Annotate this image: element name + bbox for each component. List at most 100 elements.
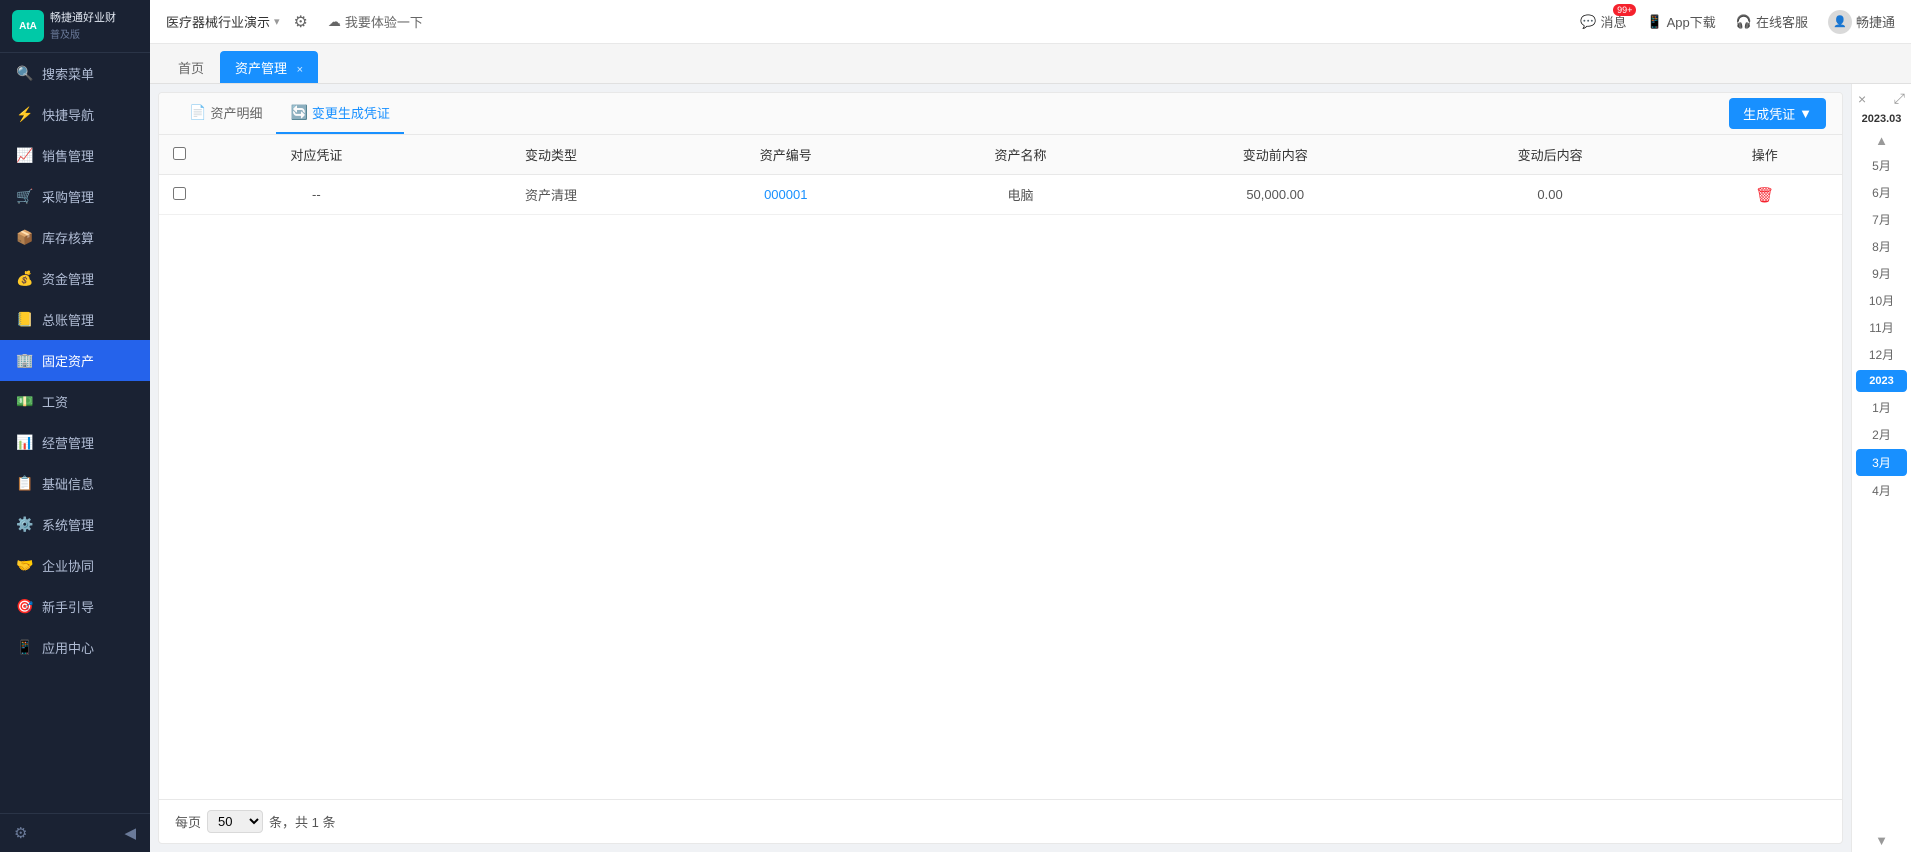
sidebar-item-sales[interactable]: 📈销售管理: [0, 135, 150, 176]
calendar-close-icon[interactable]: ×: [1858, 91, 1866, 107]
asset-detail-label: 资产明细: [210, 103, 262, 122]
sidebar-item-purchase[interactable]: 🛒采购管理: [0, 176, 150, 217]
change-voucher-label: 变更生成凭证: [312, 103, 390, 122]
generate-voucher-button[interactable]: 生成凭证 ▼: [1729, 98, 1826, 129]
cal-month-12月[interactable]: 12月: [1852, 341, 1911, 368]
col-before-change: 变动前内容: [1138, 135, 1413, 175]
generate-btn-label: 生成凭证: [1743, 104, 1795, 123]
col-voucher: 对应凭证: [199, 135, 434, 175]
sidebar-item-inventory[interactable]: 📦库存核算: [0, 217, 150, 258]
sidebar-label-app-center: 应用中心: [42, 638, 94, 657]
sidebar: AtA 畅捷通好业财 普及版 🔍搜索菜单 ⚡ 快捷导航 📈销售管理🛒采购管理📦库存核算…: [0, 0, 150, 852]
sidebar-item-quick-nav[interactable]: ⚡ 快捷导航: [0, 94, 150, 135]
calendar-header: × ⤢: [1852, 84, 1911, 109]
header-settings-icon[interactable]: ⚙: [294, 12, 308, 32]
cal-month-11月[interactable]: 11月: [1852, 314, 1911, 341]
tab-asset-management[interactable]: 资产管理 ×: [220, 51, 318, 83]
cloud-icon: ☁: [328, 14, 341, 30]
cal-month-1月[interactable]: 1月: [1852, 394, 1911, 421]
app-download-item[interactable]: 📱 App下载: [1646, 12, 1715, 31]
quick-nav-icon: ⚡: [16, 106, 34, 124]
calendar-expand-icon[interactable]: ⤢: [1894, 90, 1905, 107]
cal-month-7月[interactable]: 7月: [1852, 206, 1911, 233]
cal-month-2月[interactable]: 2月: [1852, 421, 1911, 448]
sidebar-item-ledger[interactable]: 📒总账管理: [0, 299, 150, 340]
sidebar-logo: AtA 畅捷通好业财 普及版: [0, 0, 150, 53]
per-page-select[interactable]: 50 10 20 100: [207, 810, 263, 833]
row-voucher: --: [199, 175, 434, 215]
calendar-up-icon[interactable]: ▲: [1852, 129, 1911, 152]
cal-month-3月[interactable]: 3月: [1856, 449, 1907, 476]
col-asset-name: 资产名称: [903, 135, 1138, 175]
sidebar-toggle-icon[interactable]: ◀: [124, 824, 136, 842]
username-label: 畅捷通: [1856, 12, 1895, 31]
col-operation: 操作: [1688, 135, 1843, 175]
online-service-item[interactable]: 🎧 在线客服: [1736, 12, 1808, 31]
top-header: 医疗器械行业演示 ▾ ⚙ ☁ 我要体验一下 💬 消息 99+ 📱 App下载 🎧…: [150, 0, 1911, 44]
basic-info-icon: 📋: [16, 475, 34, 493]
cal-month-6月[interactable]: 6月: [1852, 179, 1911, 206]
sidebar-item-fixed-assets[interactable]: 🏢固定资产: [0, 340, 150, 381]
pagination-bar: 每页 50 10 20 100 条，共 1 条: [159, 799, 1842, 843]
sidebar-label-enterprise: 企业协同: [42, 556, 94, 575]
header-right: 💬 消息 99+ 📱 App下载 🎧 在线客服 👤 畅捷通: [1580, 10, 1895, 34]
sidebar-label-system: 系统管理: [42, 515, 94, 534]
message-item[interactable]: 💬 消息 99+: [1580, 12, 1626, 31]
sidebar-item-salary[interactable]: 💵工资: [0, 381, 150, 422]
sub-tab-bar: 📄 资产明细 🔄 变更生成凭证 生成凭证 ▼: [159, 93, 1842, 135]
sidebar-item-system[interactable]: ⚙️系统管理: [0, 504, 150, 545]
sub-tab-asset-detail[interactable]: 📄 资产明细: [175, 93, 276, 134]
app-download-icon: 📱: [1646, 14, 1662, 30]
logo-text-block: 畅捷通好业财 普及版: [50, 11, 116, 40]
row-checkbox-0[interactable]: [173, 187, 186, 200]
sidebar-label-sales: 销售管理: [42, 146, 94, 165]
user-item[interactable]: 👤 畅捷通: [1828, 10, 1895, 34]
delete-icon[interactable]: 🗑: [1755, 187, 1774, 204]
col-checkbox: [159, 135, 199, 175]
generate-btn-arrow-icon: ▼: [1799, 106, 1812, 121]
tab-close-icon[interactable]: ×: [297, 64, 303, 76]
row-before-change: 50,000.00: [1138, 175, 1413, 215]
sidebar-label-inventory: 库存核算: [42, 228, 94, 247]
main-area: 医疗器械行业演示 ▾ ⚙ ☁ 我要体验一下 💬 消息 99+ 📱 App下载 🎧…: [150, 0, 1911, 852]
select-all-checkbox[interactable]: [173, 147, 186, 160]
cal-year-tag[interactable]: 2023: [1856, 370, 1907, 392]
sub-tab-change-voucher[interactable]: 🔄 变更生成凭证: [276, 93, 403, 134]
calendar-down-icon[interactable]: ▼: [1852, 829, 1911, 852]
cal-month-10月[interactable]: 10月: [1852, 287, 1911, 314]
sidebar-label-quick-nav: 快捷导航: [42, 105, 94, 124]
online-service-icon: 🎧: [1736, 14, 1752, 30]
logo-subtitle: 普及版: [50, 26, 116, 41]
sidebar-item-search[interactable]: 🔍搜索菜单: [0, 53, 150, 94]
sidebar-item-guide[interactable]: 🎯新手引导: [0, 586, 150, 627]
change-voucher-icon: 🔄: [290, 104, 307, 121]
sidebar-item-basic-info[interactable]: 📋 基础信息: [0, 463, 150, 504]
asset-table: 对应凭证 变动类型 资产编号 资产名称 变动前内容 变动后内容 操作 --: [159, 135, 1842, 215]
salary-icon: 💵: [16, 393, 34, 411]
table-header-row: 对应凭证 变动类型 资产编号 资产名称 变动前内容 变动后内容 操作: [159, 135, 1842, 175]
asset-detail-icon: 📄: [189, 104, 206, 121]
experience-button[interactable]: ☁ 我要体验一下: [328, 12, 423, 31]
cal-month-8月[interactable]: 8月: [1852, 233, 1911, 260]
sidebar-item-enterprise[interactable]: 🤝企业协同: [0, 545, 150, 586]
sidebar-label-fixed-assets: 固定资产: [42, 351, 94, 370]
cal-month-9月[interactable]: 9月: [1852, 260, 1911, 287]
sidebar-item-funds[interactable]: 💰资金管理: [0, 258, 150, 299]
table-body: -- 资产清理 000001 电脑 50,000.00 0.00 🗑: [159, 175, 1842, 215]
sidebar-label-basic-info: 基础信息: [42, 474, 94, 493]
cal-month-4月[interactable]: 4月: [1852, 477, 1911, 504]
company-chevron-icon: ▾: [274, 15, 280, 28]
settings-icon[interactable]: ⚙: [14, 824, 27, 842]
row-checkbox-cell: [159, 175, 199, 215]
sidebar-item-operations[interactable]: 📊经营管理: [0, 422, 150, 463]
sidebar-bottom: ⚙ ◀: [0, 813, 150, 852]
sidebar-item-app-center[interactable]: 📱应用中心: [0, 627, 150, 668]
avatar: 👤: [1828, 10, 1852, 34]
row-change-type: 资产清理: [434, 175, 669, 215]
company-selector[interactable]: 医疗器械行业演示 ▾: [166, 12, 280, 31]
col-change-type: 变动类型: [434, 135, 669, 175]
calendar-month-list: 5月6月7月8月9月10月11月12月20231月2月3月4月: [1852, 152, 1911, 829]
purchase-icon: 🛒: [16, 188, 34, 206]
tab-home[interactable]: 首页: [166, 52, 216, 83]
cal-month-5月[interactable]: 5月: [1852, 152, 1911, 179]
